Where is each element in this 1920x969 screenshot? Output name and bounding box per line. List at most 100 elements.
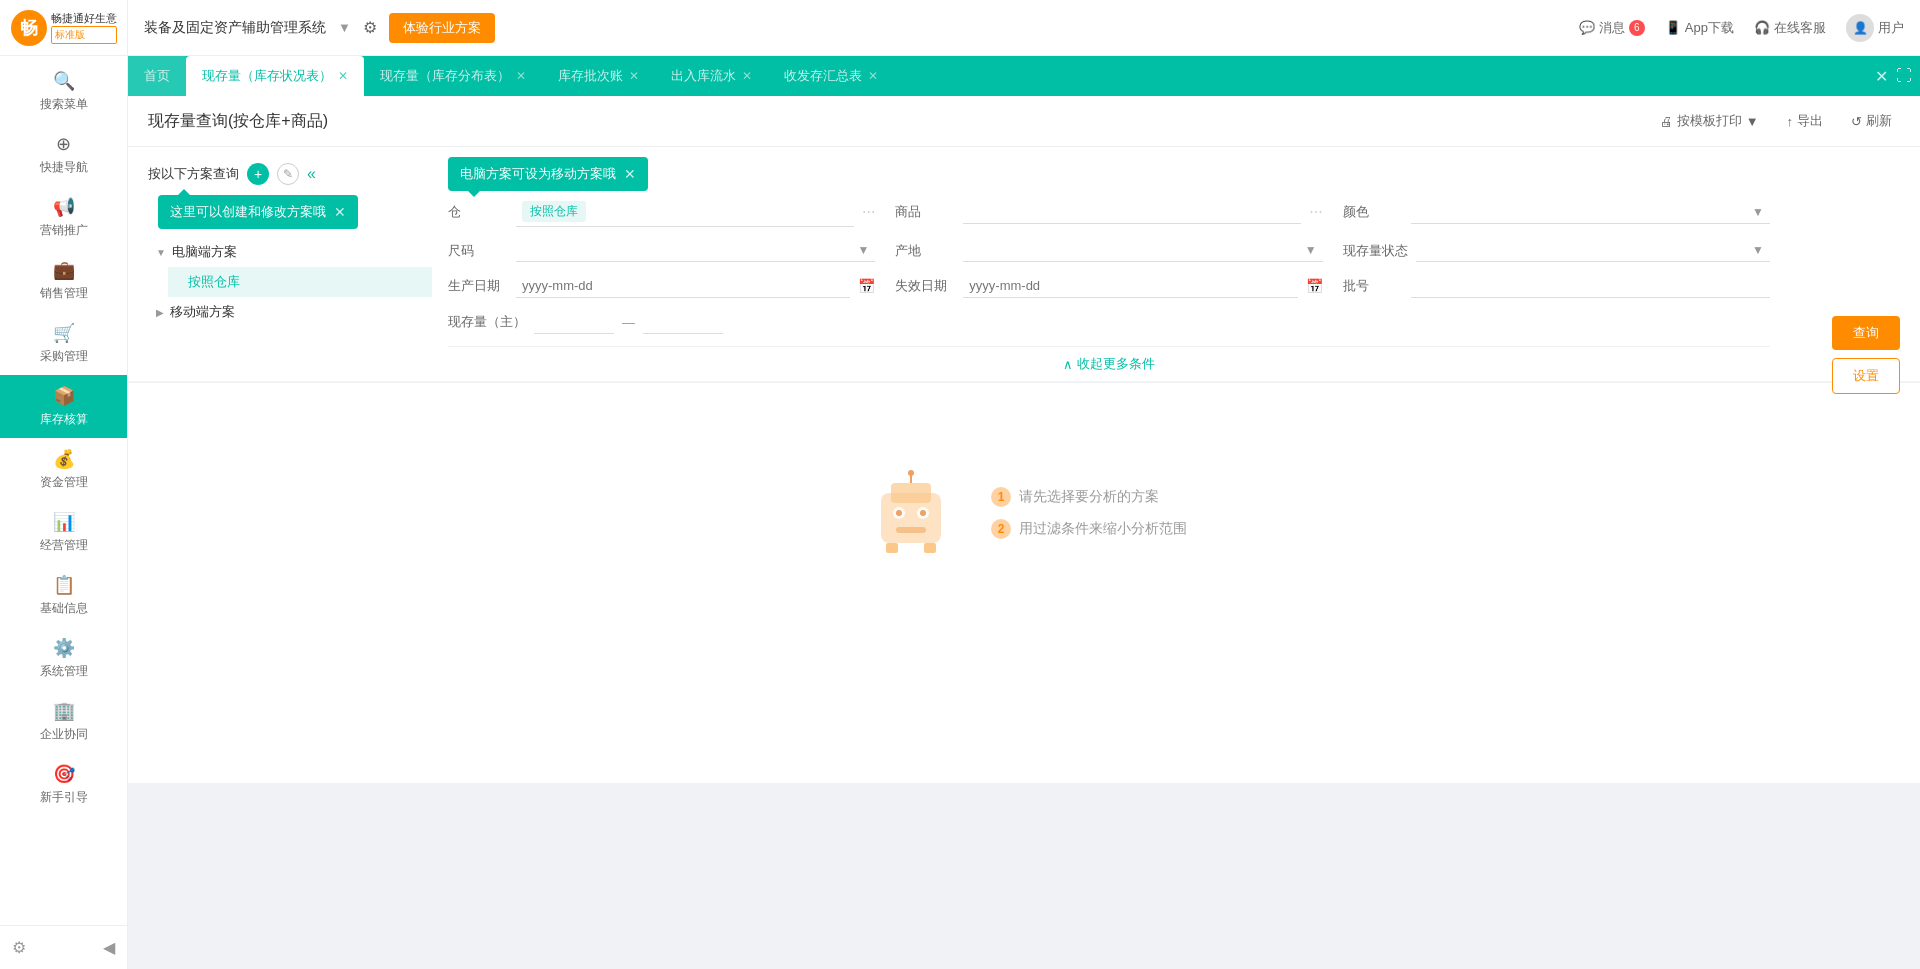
sidebar-item-basic[interactable]: 📋 基础信息 bbox=[0, 564, 127, 627]
message-badge: 6 bbox=[1629, 20, 1645, 36]
topbar-left: 装备及固定资产辅助管理系统 ▼ ⚙ 体验行业方案 bbox=[144, 13, 495, 43]
tab-close-recv-summary[interactable]: ✕ bbox=[868, 69, 878, 83]
filter-area: 按以下方案查询 + ✎ « 电脑方案可设为移动方案哦 ✕ 这里可以创建和修改方案… bbox=[128, 147, 1920, 381]
chevron-down-icon: ▼ bbox=[156, 247, 166, 258]
stock-main-range: — bbox=[534, 310, 723, 334]
print-btn[interactable]: 🖨 按模板打印 ▼ bbox=[1652, 108, 1767, 134]
tabbar: 首页 现存量（库存状况表） ✕ 现存量（库存分布表） ✕ 库存批次账 ✕ 出入库… bbox=[128, 56, 1920, 96]
filter-row-batch: 批号 bbox=[1343, 274, 1770, 298]
svg-rect-7 bbox=[886, 543, 898, 553]
filter-row-produce-date: 生产日期 📅 bbox=[448, 274, 875, 298]
gear-icon: ⚙️ bbox=[53, 637, 75, 659]
sidebar-item-inventory[interactable]: 📦 库存核算 bbox=[0, 375, 127, 438]
print-icon: 🖨 bbox=[1660, 114, 1673, 129]
tab-fullscreen-btn[interactable]: ⛶ bbox=[1896, 67, 1912, 85]
warehouse-dots-icon[interactable]: ··· bbox=[862, 203, 875, 221]
refresh-icon: ↺ bbox=[1851, 114, 1862, 129]
tab-inventory-status[interactable]: 现存量（库存状况表） ✕ bbox=[186, 56, 364, 96]
color-dropdown-icon: ▼ bbox=[1752, 205, 1764, 219]
stock-status-select[interactable]: ▼ bbox=[1416, 239, 1770, 262]
warehouse-label: 仓 bbox=[448, 203, 508, 221]
empty-tips: 1 请先选择要分析的方案 2 用过滤条件来缩小分析范围 bbox=[991, 487, 1187, 539]
filter-row-expire-date: 失效日期 📅 bbox=[895, 274, 1322, 298]
tab-recv-summary[interactable]: 收发存汇总表 ✕ bbox=[768, 56, 894, 96]
logo-tag: 标准版 bbox=[51, 26, 117, 44]
filter-row-warehouse: 仓 按照仓库 ··· bbox=[448, 197, 875, 227]
batch-input[interactable] bbox=[1411, 274, 1770, 298]
tab-close-batch-ledger[interactable]: ✕ bbox=[629, 69, 639, 83]
sidebar-item-search[interactable]: 🔍 搜索菜单 bbox=[0, 60, 127, 123]
sidebar-item-sales[interactable]: 💼 销售管理 bbox=[0, 249, 127, 312]
scheme-pc-item-warehouse[interactable]: 按照仓库 bbox=[168, 267, 432, 297]
scheme-pc-group[interactable]: ▼ 电脑端方案 bbox=[148, 237, 432, 267]
empty-illustration bbox=[861, 463, 961, 563]
goods-input[interactable] bbox=[963, 200, 1301, 224]
app-download-btn[interactable]: 📱 App下载 bbox=[1665, 19, 1734, 37]
scheme-tooltip2-close[interactable]: ✕ bbox=[334, 204, 346, 220]
topbar-right: 💬 消息 6 📱 App下载 🎧 在线客服 👤 用户 bbox=[1579, 14, 1904, 42]
batch-label: 批号 bbox=[1343, 277, 1403, 295]
produce-date-input[interactable] bbox=[516, 274, 850, 298]
main-content: 现存量查询(按仓库+商品) 🖨 按模板打印 ▼ ↑ 导出 ↺ 刷新 按以下方案查… bbox=[128, 96, 1920, 969]
tab-in-out-flow[interactable]: 出入库流水 ✕ bbox=[655, 56, 768, 96]
logo-icon: 畅 bbox=[11, 10, 47, 46]
sidebar-item-operation[interactable]: 📊 经营管理 bbox=[0, 501, 127, 564]
user-btn[interactable]: 👤 用户 bbox=[1846, 14, 1904, 42]
print-dropdown-icon: ▼ bbox=[1746, 114, 1759, 129]
stock-main-from[interactable] bbox=[534, 310, 614, 334]
online-support-btn[interactable]: 🎧 在线客服 bbox=[1754, 19, 1826, 37]
sidebar-item-enterprise[interactable]: 🏢 企业协同 bbox=[0, 690, 127, 753]
sidebar-item-newbie[interactable]: 🎯 新手引导 bbox=[0, 753, 127, 816]
page-actions: 🖨 按模板打印 ▼ ↑ 导出 ↺ 刷新 bbox=[1652, 108, 1900, 134]
filter-back-btn[interactable]: « bbox=[307, 165, 316, 183]
topbar-settings-btn[interactable]: ⚙ bbox=[363, 18, 377, 37]
tab-close-all-btn[interactable]: ✕ bbox=[1875, 67, 1888, 86]
tab-close-inventory-dist[interactable]: ✕ bbox=[516, 69, 526, 83]
filter-add-btn[interactable]: + bbox=[247, 163, 269, 185]
expire-date-input[interactable] bbox=[963, 274, 1297, 298]
footer-collapse-btn[interactable]: ◀ bbox=[103, 938, 115, 957]
scheme-tooltip-close[interactable]: ✕ bbox=[624, 166, 636, 182]
tab-close-in-out-flow[interactable]: ✕ bbox=[742, 69, 752, 83]
reset-btn[interactable]: 设置 bbox=[1832, 358, 1900, 394]
tab-close-inventory-status[interactable]: ✕ bbox=[338, 69, 348, 83]
calendar-icon[interactable]: 📅 bbox=[858, 278, 875, 294]
scheme-tooltip2-popup: 这里可以创建和修改方案哦 ✕ bbox=[158, 195, 358, 229]
message-btn[interactable]: 💬 消息 6 bbox=[1579, 19, 1645, 37]
filter-scheme-label: 按以下方案查询 bbox=[148, 165, 239, 183]
sidebar-item-system[interactable]: ⚙️ 系统管理 bbox=[0, 627, 127, 690]
warehouse-input[interactable]: 按照仓库 bbox=[516, 197, 854, 227]
size-select[interactable]: ▼ bbox=[516, 239, 875, 262]
color-select[interactable]: ▼ bbox=[1411, 201, 1770, 224]
search-btn[interactable]: 查询 bbox=[1832, 316, 1900, 350]
collapse-bar[interactable]: ∧ 收起更多条件 bbox=[448, 346, 1770, 381]
tab-batch-ledger[interactable]: 库存批次账 ✕ bbox=[542, 56, 655, 96]
produce-date-label: 生产日期 bbox=[448, 277, 508, 295]
filter-edit-btn[interactable]: ✎ bbox=[277, 163, 299, 185]
system-dropdown-btn[interactable]: ▼ bbox=[338, 20, 351, 35]
search-icon: 🔍 bbox=[53, 70, 75, 92]
svg-rect-8 bbox=[924, 543, 936, 553]
empty-state: 1 请先选择要分析的方案 2 用过滤条件来缩小分析范围 bbox=[128, 383, 1920, 643]
tab-home[interactable]: 首页 bbox=[128, 56, 186, 96]
sidebar-item-purchase[interactable]: 🛒 采购管理 bbox=[0, 312, 127, 375]
goods-dots-icon[interactable]: ··· bbox=[1309, 203, 1322, 221]
footer-settings-btn[interactable]: ⚙ bbox=[12, 938, 26, 957]
sidebar-item-finance[interactable]: 💰 资金管理 bbox=[0, 438, 127, 501]
export-btn[interactable]: ↑ 导出 bbox=[1779, 108, 1832, 134]
scheme-mobile-group[interactable]: ▶ 移动端方案 bbox=[148, 297, 432, 327]
sidebar-item-marketing[interactable]: 📢 营销推广 bbox=[0, 186, 127, 249]
origin-select[interactable]: ▼ bbox=[963, 239, 1322, 262]
money-icon: 💰 bbox=[53, 448, 75, 470]
expire-calendar-icon[interactable]: 📅 bbox=[1306, 278, 1323, 294]
refresh-btn[interactable]: ↺ 刷新 bbox=[1843, 108, 1900, 134]
filter-row-goods: 商品 ··· bbox=[895, 197, 1322, 227]
sidebar-item-guide[interactable]: ⊕ 快捷导航 bbox=[0, 123, 127, 186]
tip-num-2: 2 bbox=[991, 519, 1011, 539]
svg-point-10 bbox=[908, 470, 914, 476]
industry-btn[interactable]: 体验行业方案 bbox=[389, 13, 495, 43]
stock-main-to[interactable] bbox=[643, 310, 723, 334]
export-icon: ↑ bbox=[1787, 114, 1794, 129]
tab-inventory-dist[interactable]: 现存量（库存分布表） ✕ bbox=[364, 56, 542, 96]
filter-grid: 仓 按照仓库 ··· 商品 ··· 颜色 bbox=[448, 197, 1770, 334]
